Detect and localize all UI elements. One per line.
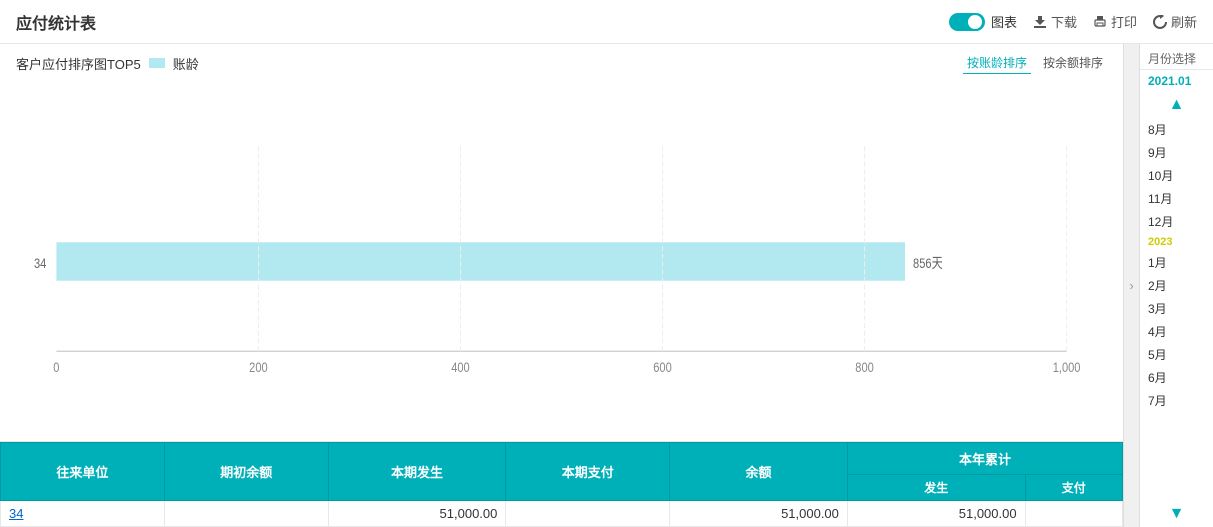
scroll-down-button[interactable]: ▼ [1140,501,1213,527]
sidebar-month-item[interactable]: 2023 [1140,233,1213,251]
chart-toggle-wrap: 图表 [949,12,1017,31]
col-nian-zhifu: 支付 [1025,475,1122,501]
chart-area: 客户应付排序图TOP5 账龄 按账龄排序 按余额排序 34 [0,44,1123,527]
sidebar-month-item[interactable]: 4月 [1140,320,1213,343]
table-area: 往来单位 期初余额 本期发生 本期支付 余额 本年累计 发生 支付 [0,441,1123,527]
sidebar-month-item[interactable]: 1月 [1140,251,1213,274]
svg-text:600: 600 [653,360,672,376]
sidebar-month-item[interactable]: 5月 [1140,343,1213,366]
header: 应付统计表 图表 下载 打印 刷新 [0,0,1213,44]
chart-wrapper: 34 856天 0 200 400 600 800 1,000 [0,78,1123,441]
print-button[interactable]: 打印 [1093,12,1137,31]
sidebar-title: 月份选择 [1140,44,1213,70]
sidebar-month-item[interactable]: 8月 [1140,118,1213,141]
sidebar-panel: › 月份选择 2021.01 ▲ 8月9月10月11月12月20231月2月3月… [1123,44,1213,527]
cell-unit: 34 [1,501,165,527]
chart-legend: 客户应付排序图TOP5 账龄 [16,54,199,73]
chart-svg: 34 856天 0 200 400 600 800 1,000 [16,82,1107,441]
col-unit: 往来单位 [1,443,165,501]
cell-qichu [164,501,328,527]
svg-text:200: 200 [249,360,268,376]
sort-by-age-button[interactable]: 按账龄排序 [963,52,1031,74]
sidebar-current-month: 2021.01 [1140,70,1213,92]
main-content: 客户应付排序图TOP5 账龄 按账龄排序 按余额排序 34 [0,44,1213,527]
svg-text:0: 0 [53,360,59,376]
col-yue: 余额 [670,443,848,501]
unit-link[interactable]: 34 [9,506,23,521]
refresh-button[interactable]: 刷新 [1153,12,1197,31]
chart-header: 客户应付排序图TOP5 账龄 按账龄排序 按余额排序 [0,44,1123,78]
sidebar-month-item[interactable]: 9月 [1140,141,1213,164]
svg-text:1,000: 1,000 [1053,360,1081,376]
refresh-icon [1153,15,1167,29]
print-icon [1093,15,1107,29]
collapse-handle[interactable]: › [1124,44,1140,527]
header-actions: 图表 下载 打印 刷新 [949,12,1197,31]
scroll-up-button[interactable]: ▲ [1140,92,1213,118]
col-qichu: 期初余额 [164,443,328,501]
table-header-row: 往来单位 期初余额 本期发生 本期支付 余额 本年累计 [1,443,1123,475]
chart-toggle[interactable] [949,13,985,31]
download-icon [1033,15,1047,29]
table-row: 34 51,000.00 51,000.00 51,000.00 [1,501,1123,527]
sidebar-month-item[interactable]: 7月 [1140,389,1213,412]
legend-color-box [149,58,165,68]
svg-text:400: 400 [451,360,470,376]
col-benqizhifu: 本期支付 [506,443,670,501]
cell-nian-zhifu [1025,501,1122,527]
app-container: 应付统计表 图表 下载 打印 刷新 [0,0,1213,527]
sidebar-month-item[interactable]: 3月 [1140,297,1213,320]
col-nian-faqsheng: 发生 [847,475,1025,501]
cell-benfaqsheng: 51,000.00 [328,501,506,527]
sidebar-month-list: 8月9月10月11月12月20231月2月3月4月5月6月7月 [1140,118,1213,501]
chart-toggle-label: 图表 [991,12,1017,31]
page-title: 应付统计表 [16,10,96,34]
legend-text: 客户应付排序图TOP5 [16,54,141,73]
sidebar-content: 月份选择 2021.01 ▲ 8月9月10月11月12月20231月2月3月4月… [1140,44,1213,527]
sidebar-month-item[interactable]: 11月 [1140,187,1213,210]
svg-text:856天: 856天 [913,256,943,272]
cell-benqizhifu [506,501,670,527]
chart-sort-buttons: 按账龄排序 按余额排序 [963,52,1107,74]
legend-color-label: 账龄 [173,54,199,73]
col-benfaqsheng: 本期发生 [328,443,506,501]
sidebar-month-item[interactable]: 12月 [1140,210,1213,233]
svg-text:800: 800 [855,360,874,376]
cell-nian-faqsheng: 51,000.00 [847,501,1025,527]
col-group-nian: 本年累计 [847,443,1122,475]
sidebar-month-item[interactable]: 2月 [1140,274,1213,297]
sidebar-month-item[interactable]: 6月 [1140,366,1213,389]
sidebar-month-item[interactable]: 10月 [1140,164,1213,187]
sort-by-balance-button[interactable]: 按余额排序 [1039,52,1107,74]
download-button[interactable]: 下载 [1033,12,1077,31]
summary-table: 往来单位 期初余额 本期发生 本期支付 余额 本年累计 发生 支付 [0,442,1123,527]
svg-text:34: 34 [34,256,46,272]
cell-yue: 51,000.00 [670,501,848,527]
